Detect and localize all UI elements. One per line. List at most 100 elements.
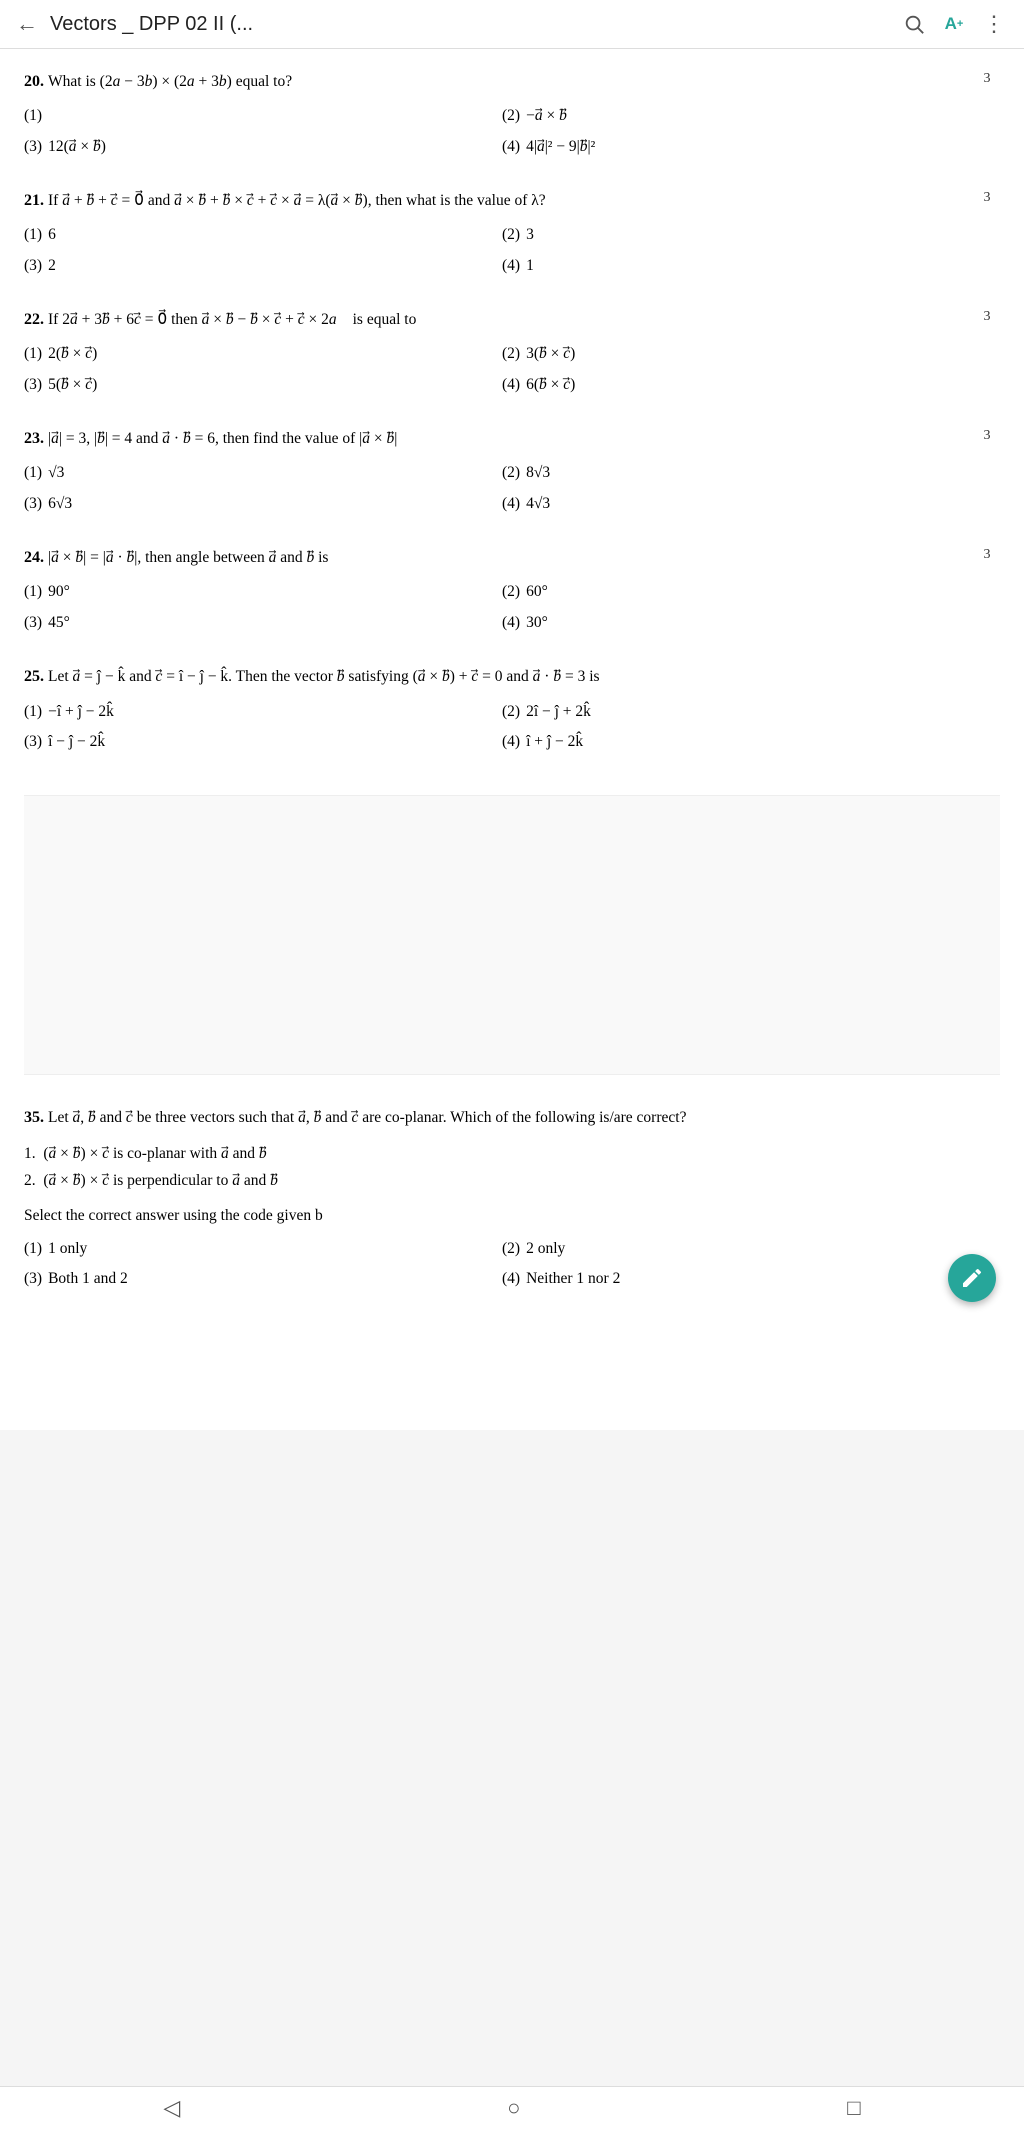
option-label: (1) xyxy=(24,699,42,725)
nav-recents-icon[interactable]: □ xyxy=(847,2095,860,2121)
option-value: 1 only xyxy=(48,1236,87,1262)
option-label: (2) xyxy=(502,341,520,367)
option-item[interactable]: (3) Both 1 and 2 xyxy=(24,1266,482,1292)
q24-options: (1) 90° (2) 60° (3) 45° (4) 30° xyxy=(24,579,960,636)
q22-options: (1) 2(b⃗ × c⃗) (2) 3(b⃗ × c⃗) (3) 5(b⃗ ×… xyxy=(24,341,960,398)
q22-text: If 2a⃗ + 3b⃗ + 6c⃗ = 0⃗ then a⃗ × b⃗ − b… xyxy=(48,311,416,328)
option-item[interactable]: (2) 60° xyxy=(502,579,960,605)
right-accent-label: 3 xyxy=(976,428,998,444)
option-label: (3) xyxy=(24,134,42,160)
option-label: (4) xyxy=(502,729,520,755)
right-accent-label: 3 xyxy=(976,190,998,206)
option-value: 3(b⃗ × c⃗) xyxy=(526,341,575,367)
font-size-icon[interactable]: A+ xyxy=(940,10,968,38)
option-value: 12(a⃗ × b⃗) xyxy=(48,134,106,160)
option-item[interactable]: (1) 0⃗ xyxy=(24,103,482,129)
option-label: (1) xyxy=(24,579,42,605)
option-item[interactable]: (2) 3(b⃗ × c⃗) xyxy=(502,341,960,367)
option-item[interactable]: (3) 45° xyxy=(24,610,482,636)
option-value: 1 xyxy=(526,253,534,279)
option-item[interactable]: (4) 4√3 xyxy=(502,491,960,517)
question-22: 22. If 2a⃗ + 3b⃗ + 6c⃗ = 0⃗ then a⃗ × b⃗… xyxy=(24,307,1000,398)
option-value: √3 xyxy=(48,460,64,486)
option-value: 2î − ĵ + 2k̂ xyxy=(526,699,591,725)
option-item[interactable]: (1) √3 xyxy=(24,460,482,486)
option-item[interactable]: (3) 2 xyxy=(24,253,482,279)
option-item[interactable]: (1) 6 xyxy=(24,222,482,248)
option-value: 6√3 xyxy=(48,491,72,517)
option-value: 60° xyxy=(526,579,548,605)
q35-item-1: 1. (a⃗ × b⃗) × c⃗ is co-planar with a⃗ a… xyxy=(24,1140,960,1168)
option-label: (1) xyxy=(24,1236,42,1262)
option-value: Neither 1 nor 2 xyxy=(526,1266,620,1292)
q25-text: Let a⃗ = ĵ − k̂ and c⃗ = î − ĵ − k̂. The… xyxy=(48,668,600,685)
option-value: 30° xyxy=(526,610,548,636)
option-value: 4√3 xyxy=(526,491,550,517)
option-label: (3) xyxy=(24,491,42,517)
option-value: 4|a⃗|² − 9|b⃗|² xyxy=(526,134,595,160)
option-label: (4) xyxy=(502,1266,520,1292)
nav-recents[interactable]: □ xyxy=(847,2095,860,2121)
option-label: (2) xyxy=(502,699,520,725)
nav-home[interactable]: ○ xyxy=(507,2095,520,2121)
q21-number: 21. xyxy=(24,192,44,209)
option-value: Both 1 and 2 xyxy=(48,1266,128,1292)
option-item[interactable]: (1) 2(b⃗ × c⃗) xyxy=(24,341,482,367)
option-value: 45° xyxy=(48,610,70,636)
option-label: (4) xyxy=(502,491,520,517)
nav-back[interactable]: ◁ xyxy=(163,2095,180,2121)
option-item[interactable]: (4) 6(b⃗ × c⃗) xyxy=(502,372,960,398)
q25-number: 25. xyxy=(24,668,44,685)
q35-items: 1. (a⃗ × b⃗) × c⃗ is co-planar with a⃗ a… xyxy=(24,1140,960,1196)
option-item[interactable]: (2) 2î − ĵ + 2k̂ xyxy=(502,699,960,725)
option-item[interactable]: (4) 30° xyxy=(502,610,960,636)
option-item[interactable]: (1) −î + ĵ − 2k̂ xyxy=(24,699,482,725)
more-options-icon[interactable]: ⋮ xyxy=(980,10,1008,38)
option-value: 6 xyxy=(48,222,56,248)
option-item[interactable]: (1) 90° xyxy=(24,579,482,605)
q35-number: 35. xyxy=(24,1109,44,1126)
q35-item-2: 2. (a⃗ × b⃗) × c⃗ is perpendicular to a⃗… xyxy=(24,1167,960,1195)
back-button[interactable]: ← xyxy=(16,11,38,37)
option-item[interactable]: (3) 5(b⃗ × c⃗) xyxy=(24,372,482,398)
option-label: (4) xyxy=(502,134,520,160)
option-item[interactable]: (3) 12(a⃗ × b⃗) xyxy=(24,134,482,160)
option-value: 2 xyxy=(48,253,56,279)
option-label: (3) xyxy=(24,253,42,279)
option-label: (3) xyxy=(24,372,42,398)
nav-home-icon[interactable]: ○ xyxy=(507,2095,520,2121)
edit-fab-button[interactable] xyxy=(948,1254,996,1302)
option-value: 2(b⃗ × c⃗) xyxy=(48,341,97,367)
q21-options: (1) 6 (2) 3 (3) 2 (4) 1 xyxy=(24,222,960,279)
search-icon[interactable] xyxy=(900,10,928,38)
q35-text: Let a⃗, b⃗ and c⃗ be three vectors such … xyxy=(48,1109,686,1126)
question-20: 20. What is (2a − 3b) × (2a + 3b) equal … xyxy=(24,69,1000,160)
option-value: 90° xyxy=(48,579,70,605)
q24-text: |a⃗ × b⃗| = |a⃗ · b⃗|, then angle betwee… xyxy=(48,549,328,566)
option-item[interactable]: (2) −a⃗ × b⃗ xyxy=(502,103,960,129)
option-label: (1) xyxy=(24,222,42,248)
blank-section xyxy=(24,795,1000,1075)
nav-back-icon[interactable]: ◁ xyxy=(163,2095,180,2121)
option-item[interactable]: (2) 2 only xyxy=(502,1236,960,1262)
option-item[interactable]: (4) 1 xyxy=(502,253,960,279)
question-24: 24. |a⃗ × b⃗| = |a⃗ · b⃗|, then angle be… xyxy=(24,545,1000,636)
q35-options: (1) 1 only (2) 2 only (3) Both 1 and 2 (… xyxy=(24,1236,960,1293)
option-item[interactable]: (3) î − ĵ − 2k̂ xyxy=(24,729,482,755)
option-value: −î + ĵ − 2k̂ xyxy=(48,699,114,725)
option-item[interactable]: (2) 8√3 xyxy=(502,460,960,486)
right-accent-label: 3 xyxy=(976,547,998,563)
q24-number: 24. xyxy=(24,549,44,566)
option-item[interactable]: (4) 4|a⃗|² − 9|b⃗|² xyxy=(502,134,960,160)
q21-text: If a⃗ + b⃗ + c⃗ = 0⃗ and a⃗ × b⃗ + b⃗ × … xyxy=(48,192,546,209)
option-item[interactable]: (4) î + ĵ − 2k̂ xyxy=(502,729,960,755)
question-21: 21. If a⃗ + b⃗ + c⃗ = 0⃗ and a⃗ × b⃗ + b… xyxy=(24,188,1000,279)
option-item[interactable]: (4) Neither 1 nor 2 xyxy=(502,1266,960,1292)
option-label: (2) xyxy=(502,1236,520,1262)
edit-icon xyxy=(960,1266,984,1290)
option-item[interactable]: (1) 1 only xyxy=(24,1236,482,1262)
option-item[interactable]: (2) 3 xyxy=(502,222,960,248)
right-accent-label: 3 xyxy=(976,71,998,87)
option-item[interactable]: (3) 6√3 xyxy=(24,491,482,517)
option-value: 2 only xyxy=(526,1236,565,1262)
